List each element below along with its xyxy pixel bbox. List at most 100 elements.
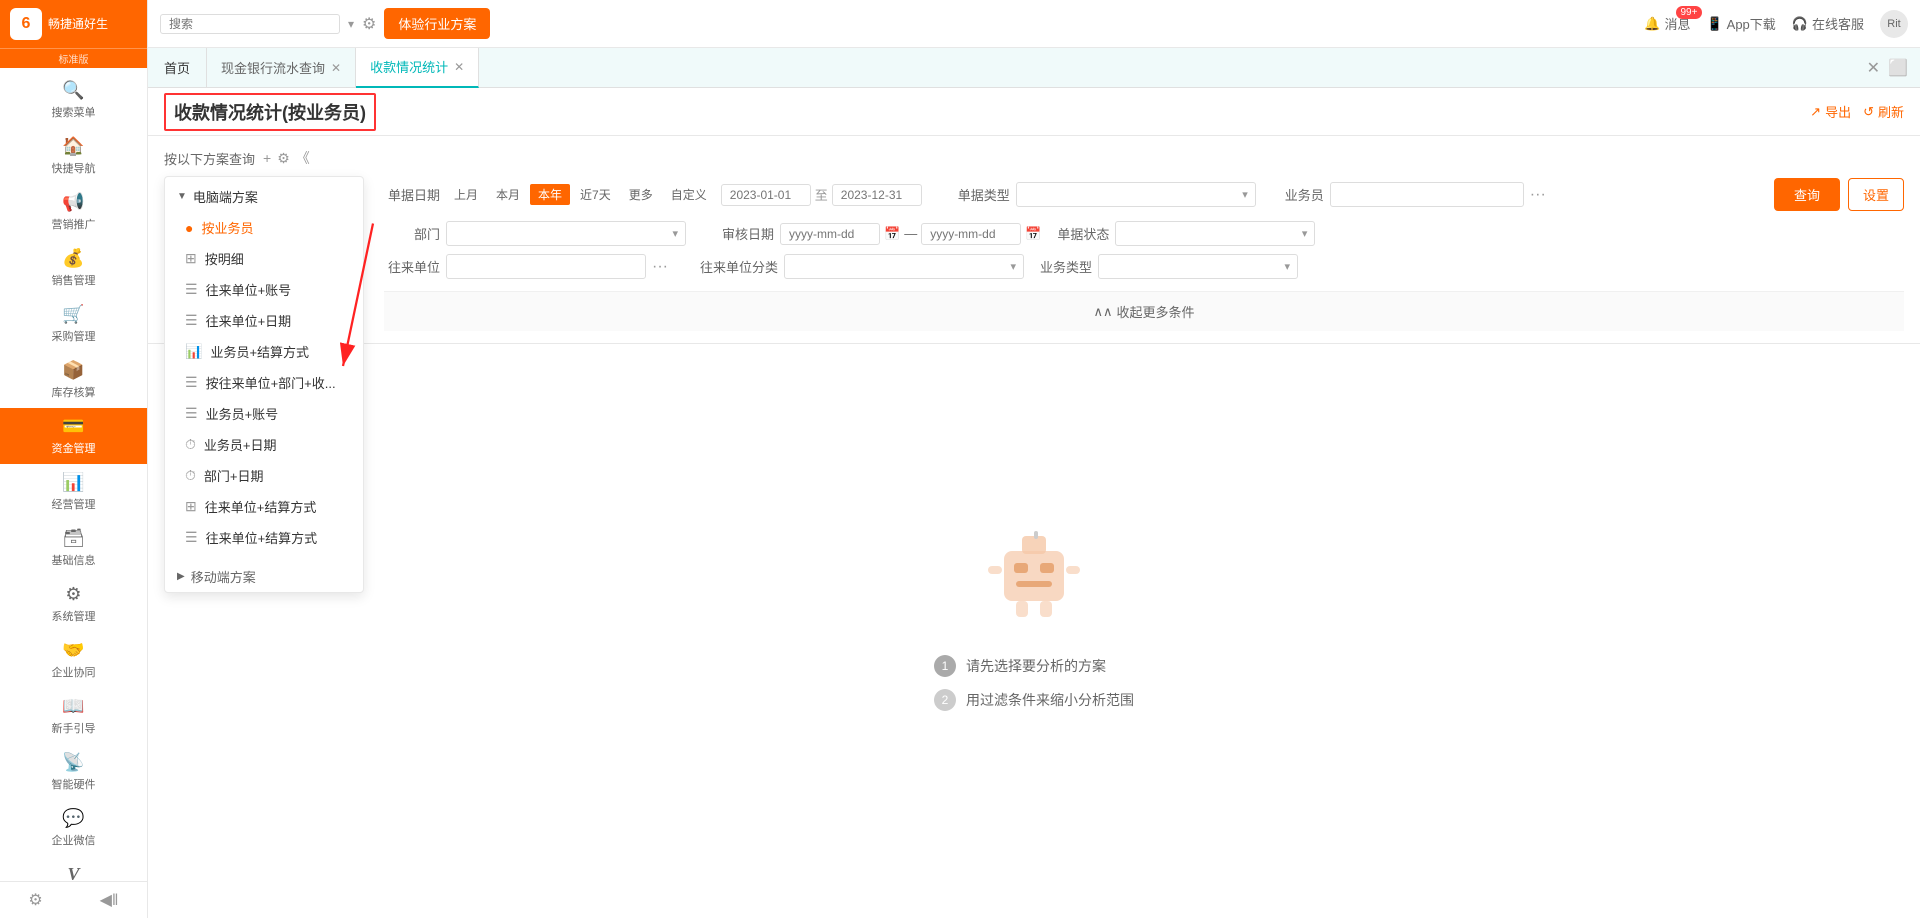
avatar[interactable]: Rit: [1880, 10, 1908, 38]
doc-status-field: 单据状态: [1053, 221, 1315, 246]
maximize-icon[interactable]: ⬜: [1888, 58, 1908, 78]
dept-select-wrapper: [446, 221, 686, 246]
biz-type-select[interactable]: [1098, 254, 1298, 279]
sidebar-item-wechat[interactable]: 💬 企业微信: [0, 800, 147, 856]
scheme-item-salesman-settle[interactable]: 📊 业务员+结算方式: [165, 336, 363, 367]
pc-group: ▼ 电脑端方案 ● 按业务员 ⊞ 按明细 ☰: [165, 177, 363, 561]
tab-bank-flow[interactable]: 现金银行流水查询 ✕: [207, 48, 356, 88]
partner-field: 往来单位 ···: [384, 254, 668, 279]
sidebar-item-system[interactable]: ⚙ 系统管理: [0, 576, 147, 632]
setting-btn[interactable]: 设置: [1848, 178, 1904, 211]
scheme-item-by-salesman[interactable]: ● 按业务员: [165, 212, 363, 243]
sidebar-item-guide[interactable]: 📖 新手引导: [0, 688, 147, 744]
scheme-icons: + ⚙ 《: [263, 148, 310, 168]
scheme-label: 按以下方案查询: [164, 149, 255, 168]
search-menu-input[interactable]: [160, 14, 340, 34]
app-download-btn[interactable]: 📱 App下载: [1706, 14, 1775, 33]
date-label: 单据日期: [384, 185, 440, 204]
export-btn[interactable]: ↗ 导出: [1810, 102, 1851, 121]
date-tab-7days[interactable]: 近7天: [572, 184, 619, 205]
date-range: 至: [721, 184, 922, 206]
sidebar-item-quick-nav[interactable]: 🏠 快捷导航: [0, 128, 147, 184]
sidebar-item-purchase[interactable]: 🛒 采购管理: [0, 296, 147, 352]
sidebar-item-enterprise[interactable]: 🤝 企业协同: [0, 632, 147, 688]
message-btn[interactable]: 🔔 消息 99+: [1644, 14, 1690, 33]
sidebar-item-finance[interactable]: 💳 资金管理: [0, 408, 147, 464]
settings-icon[interactable]: ⚙: [28, 890, 42, 910]
window-buttons: ✕ ⬜: [1855, 58, 1920, 78]
salesman-input[interactable]: [1330, 182, 1524, 207]
sidebar-item-business[interactable]: 📊 经营管理: [0, 464, 147, 520]
sidebar-logo: 6 畅捷通好生: [0, 0, 147, 48]
scheme-item-salesman-date[interactable]: ⏱ 业务员+日期: [165, 429, 363, 460]
mobile-group-arrow-icon: ▶: [177, 571, 185, 582]
collapse-chevron-icon: ∧∧: [1093, 304, 1112, 320]
scheme-item-partner-date[interactable]: ☰ 往来单位+日期: [165, 305, 363, 336]
sidebar-item-inventory[interactable]: 📦 库存核算: [0, 352, 147, 408]
scheme-item-partner-settle2[interactable]: ☰ 往来单位+结算方式: [165, 522, 363, 553]
enterprise-icon: 🤝: [62, 640, 84, 661]
date-to-input[interactable]: [832, 184, 922, 206]
date-tab-more[interactable]: 更多: [621, 184, 661, 205]
sidebar-item-member[interactable]: V 畅会员: [0, 856, 147, 881]
scheme-item-partner-dept[interactable]: ☰ 按往来单位+部门+收...: [165, 367, 363, 398]
sidebar-item-search-menu[interactable]: 🔍 搜索菜单: [0, 72, 147, 128]
scheme-item-partner-settle1[interactable]: ⊞ 往来单位+结算方式: [165, 491, 363, 522]
breadcrumb-chevron-icon[interactable]: ▾: [348, 17, 354, 31]
sidebar-item-basic[interactable]: 🗃 基础信息: [0, 520, 147, 576]
empty-illustration: [974, 511, 1094, 631]
query-btn[interactable]: 查询: [1774, 178, 1840, 211]
date-tab-last-month[interactable]: 上月: [446, 184, 486, 205]
tab-home[interactable]: 首页: [148, 48, 207, 88]
search-row-1: 单据日期 上月 本月 本年 近7天 更多 自定义 至: [384, 178, 1904, 211]
scheme-item-partner-account[interactable]: ☰ 往来单位+账号: [165, 274, 363, 305]
scheme-item-by-detail[interactable]: ⊞ 按明细: [165, 243, 363, 274]
doc-status-select[interactable]: [1115, 221, 1315, 246]
dept-label: 部门: [384, 224, 440, 243]
chart-icon: 📊: [185, 343, 202, 360]
tab-bank-flow-close-icon[interactable]: ✕: [331, 61, 341, 75]
date-tab-this-month[interactable]: 本月: [488, 184, 528, 205]
close-window-icon[interactable]: ✕: [1867, 58, 1880, 78]
dept-select[interactable]: [446, 221, 686, 246]
collapse-bar[interactable]: ∧∧ 收起更多条件: [384, 291, 1904, 331]
salesman-more-icon[interactable]: ···: [1530, 186, 1546, 204]
trial-btn[interactable]: 体验行业方案: [384, 8, 490, 39]
sidebar-item-sales[interactable]: 💰 销售管理: [0, 240, 147, 296]
date-tab-custom[interactable]: 自定义: [663, 184, 715, 205]
sidebar-nav: 🔍 搜索菜单 🏠 快捷导航 📢 营销推广 💰 销售管理 🛒 采购管理 📦 库存核…: [0, 68, 147, 881]
bell-icon: 🔔: [1644, 16, 1660, 32]
tab-receipt-stats[interactable]: 收款情况统计 ✕: [356, 48, 479, 88]
doc-type-select[interactable]: [1016, 182, 1256, 207]
review-from-input[interactable]: [780, 223, 880, 245]
main-content: ▾ ⚙ 体验行业方案 🔔 消息 99+ 📱 App下载 🎧 在线客服 Rit: [148, 0, 1920, 918]
add-scheme-icon[interactable]: +: [263, 150, 271, 166]
partner-category-select[interactable]: [784, 254, 1024, 279]
scheme-item-dept-date[interactable]: ⏱ 部门+日期: [165, 460, 363, 491]
empty-steps: 1 请先选择要分析的方案 2 用过滤条件来缩小分析范围: [934, 655, 1134, 711]
calendar-icon-to[interactable]: 📅: [1025, 226, 1041, 242]
refresh-btn[interactable]: ↺ 刷新: [1863, 102, 1904, 121]
pc-group-header[interactable]: ▼ 电脑端方案: [165, 183, 363, 210]
scheme-item-salesman-account[interactable]: ☰ 业务员+账号: [165, 398, 363, 429]
review-to-input[interactable]: [921, 223, 1021, 245]
tabbar: 首页 现金银行流水查询 ✕ 收款情况统计 ✕ ✕ ⬜: [148, 48, 1920, 88]
sidebar-item-marketing[interactable]: 📢 营销推广: [0, 184, 147, 240]
collapse-scheme-icon[interactable]: 《: [296, 148, 310, 168]
date-tab-this-year[interactable]: 本年: [530, 184, 570, 205]
topbar-settings-icon[interactable]: ⚙: [362, 14, 376, 34]
mobile-group-header[interactable]: ▶ 移动端方案: [165, 561, 363, 592]
partner-input[interactable]: [446, 254, 646, 279]
doc-type-label: 单据类型: [954, 185, 1010, 204]
collapse-sidebar-icon[interactable]: ◀‖: [100, 890, 119, 910]
tab-receipt-stats-close-icon[interactable]: ✕: [454, 60, 464, 74]
sidebar-item-hardware[interactable]: 📡 智能硬件: [0, 744, 147, 800]
date-from-input[interactable]: [721, 184, 811, 206]
service-btn[interactable]: 🎧 在线客服: [1792, 14, 1864, 33]
wechat-icon: 💬: [62, 808, 84, 829]
manage-scheme-icon[interactable]: ⚙: [277, 150, 290, 167]
review-date-field: 审核日期 📅 — 📅: [718, 223, 1041, 245]
partner-more-icon[interactable]: ···: [652, 258, 668, 276]
system-icon: ⚙: [65, 584, 81, 605]
calendar-icon-from[interactable]: 📅: [884, 226, 900, 242]
